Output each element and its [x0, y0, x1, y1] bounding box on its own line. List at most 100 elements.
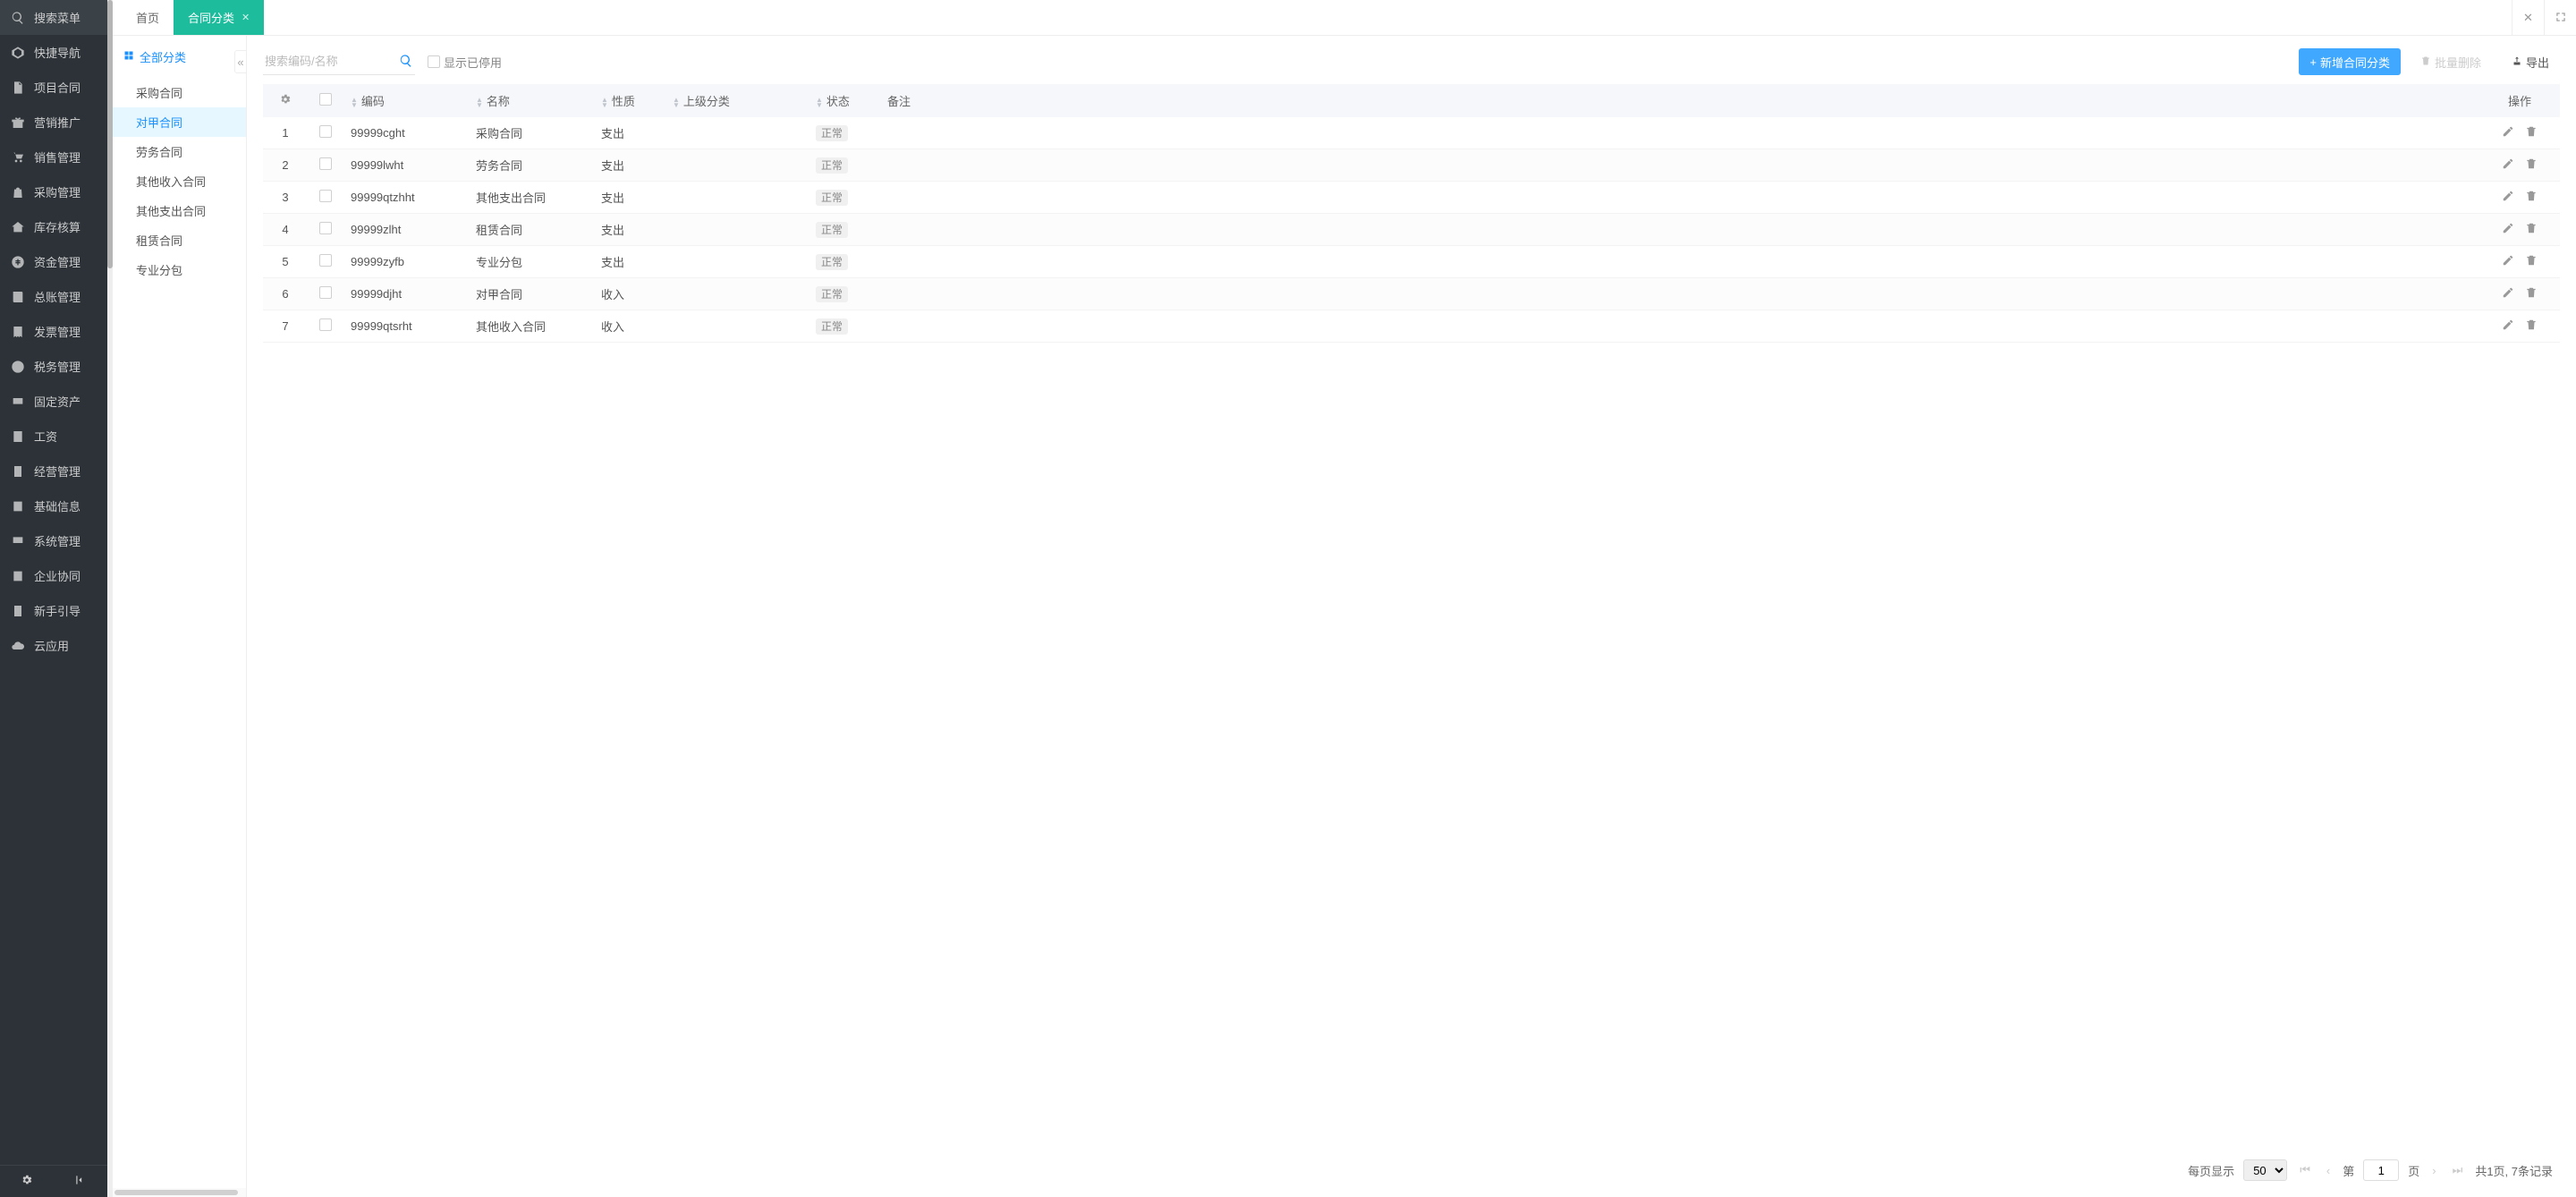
page-input[interactable] — [2363, 1159, 2399, 1181]
sidebar-item-5[interactable]: 采购管理 — [0, 174, 107, 209]
cell-code: 99999qtzhht — [343, 182, 469, 214]
sidebar-item-12[interactable]: 工资 — [0, 419, 107, 454]
row-checkbox[interactable] — [308, 214, 343, 246]
row-checkbox[interactable] — [308, 149, 343, 182]
delete-button[interactable] — [2525, 318, 2538, 334]
cell-remark — [880, 149, 2479, 182]
search-icon[interactable] — [399, 54, 413, 71]
delete-button[interactable] — [2525, 286, 2538, 301]
col-nature[interactable]: ▲▼性质 — [594, 84, 665, 117]
row-checkbox[interactable] — [308, 246, 343, 278]
search-input[interactable] — [263, 48, 415, 75]
sidebar-item-11[interactable]: 固定资产 — [0, 384, 107, 419]
collapse-sidebar-button[interactable] — [54, 1166, 107, 1197]
sidebar-item-17[interactable]: 新手引导 — [0, 593, 107, 628]
status-badge: 正常 — [816, 222, 848, 238]
edit-button[interactable] — [2502, 157, 2514, 173]
delete-button[interactable] — [2525, 157, 2538, 173]
tree-item[interactable]: 其他支出合同 — [113, 196, 246, 225]
tree-item[interactable]: 采购合同 — [113, 78, 246, 107]
table-row: 599999zyfb专业分包支出正常 — [263, 246, 2560, 278]
tree-item[interactable]: 对甲合同 — [113, 107, 246, 137]
sys-icon — [11, 534, 25, 548]
cell-name: 其他收入合同 — [469, 310, 594, 343]
next-page-button[interactable]: › — [2428, 1164, 2439, 1177]
sidebar-item-18[interactable]: 云应用 — [0, 628, 107, 663]
first-page-button[interactable]: ⏮ — [2296, 1163, 2314, 1177]
cell-ops — [2479, 117, 2560, 149]
delete-button[interactable] — [2525, 125, 2538, 140]
col-code[interactable]: ▲▼编码 — [343, 84, 469, 117]
page-size-select[interactable]: 50 — [2243, 1159, 2287, 1181]
cell-ops — [2479, 214, 2560, 246]
sidebar-item-16[interactable]: 企业协同 — [0, 558, 107, 593]
sidebar-item-label: 系统管理 — [34, 532, 80, 549]
batch-delete-button[interactable]: 批量删除 — [2410, 48, 2492, 75]
prev-page-button[interactable]: ‹ — [2323, 1164, 2334, 1177]
cell-code: 99999djht — [343, 278, 469, 310]
sidebar-item-label: 库存核算 — [34, 218, 80, 235]
row-checkbox[interactable] — [308, 278, 343, 310]
edit-button[interactable] — [2502, 190, 2514, 205]
cell-nature: 支出 — [594, 117, 665, 149]
settings-button[interactable] — [0, 1166, 54, 1197]
add-category-button[interactable]: + 新增合同分类 — [2299, 48, 2401, 75]
col-status[interactable]: ▲▼状态 — [809, 84, 880, 117]
tree-item[interactable]: 其他收入合同 — [113, 166, 246, 196]
sidebar-item-14[interactable]: 基础信息 — [0, 488, 107, 523]
sidebar-item-4[interactable]: 销售管理 — [0, 140, 107, 174]
sidebar-item-6[interactable]: 库存核算 — [0, 209, 107, 244]
sidebar-item-15[interactable]: 系统管理 — [0, 523, 107, 558]
cell-remark — [880, 117, 2479, 149]
sidebar-item-8[interactable]: 总账管理 — [0, 279, 107, 314]
col-gear[interactable] — [263, 84, 308, 117]
col-parent[interactable]: ▲▼上级分类 — [665, 84, 809, 117]
export-button[interactable]: 导出 — [2501, 48, 2560, 75]
sidebar-item-0[interactable]: 搜索菜单 — [0, 0, 107, 35]
sidebar-item-2[interactable]: 项目合同 — [0, 70, 107, 105]
tab-home[interactable]: 首页 — [122, 0, 174, 35]
cell-nature: 支出 — [594, 214, 665, 246]
sidebar-item-label: 经营管理 — [34, 463, 80, 480]
tree-item[interactable]: 专业分包 — [113, 255, 246, 284]
edit-button[interactable] — [2502, 286, 2514, 301]
close-icon: ✕ — [2523, 11, 2533, 25]
fullscreen-button[interactable] — [2544, 0, 2576, 36]
edit-button[interactable] — [2502, 222, 2514, 237]
row-checkbox[interactable] — [308, 117, 343, 149]
delete-button[interactable] — [2525, 222, 2538, 237]
trash-icon — [2420, 55, 2431, 69]
row-checkbox[interactable] — [308, 310, 343, 343]
info-icon — [11, 499, 25, 514]
edit-button[interactable] — [2502, 318, 2514, 334]
cell-ops — [2479, 182, 2560, 214]
delete-button[interactable] — [2525, 190, 2538, 205]
page-summary: 共1页, 7条记录 — [2475, 1162, 2553, 1179]
delete-button[interactable] — [2525, 254, 2538, 269]
tree-root[interactable]: 全部分类 — [113, 36, 246, 78]
sidebar-item-7[interactable]: 资金管理 — [0, 244, 107, 279]
sidebar-item-1[interactable]: 快捷导航 — [0, 35, 107, 70]
edit-button[interactable] — [2502, 254, 2514, 269]
sidebar-item-3[interactable]: 营销推广 — [0, 105, 107, 140]
tab-contract-category[interactable]: 合同分类 ✕ — [174, 0, 264, 35]
last-page-button[interactable]: ⏭ — [2449, 1163, 2467, 1177]
sidebar-item-10[interactable]: 税务管理 — [0, 349, 107, 384]
sidebar-item-9[interactable]: 发票管理 — [0, 314, 107, 349]
tree-hscrollbar[interactable] — [113, 1188, 246, 1197]
checkbox-icon — [428, 55, 440, 68]
show-disabled-checkbox[interactable]: 显示已停用 — [428, 54, 502, 71]
tree-item[interactable]: 租赁合同 — [113, 225, 246, 255]
collapse-tree-button[interactable]: « — [234, 50, 247, 73]
col-checkbox[interactable] — [308, 84, 343, 117]
close-tab-button[interactable]: ✕ — [2512, 0, 2544, 36]
checkbox-icon — [319, 222, 332, 234]
close-icon[interactable]: ✕ — [242, 12, 250, 23]
calc-icon — [11, 429, 25, 444]
col-name[interactable]: ▲▼名称 — [469, 84, 594, 117]
row-checkbox[interactable] — [308, 182, 343, 214]
tree-item[interactable]: 劳务合同 — [113, 137, 246, 166]
edit-button[interactable] — [2502, 125, 2514, 140]
sidebar-item-13[interactable]: 经营管理 — [0, 454, 107, 488]
per-page-label: 每页显示 — [2188, 1162, 2234, 1179]
